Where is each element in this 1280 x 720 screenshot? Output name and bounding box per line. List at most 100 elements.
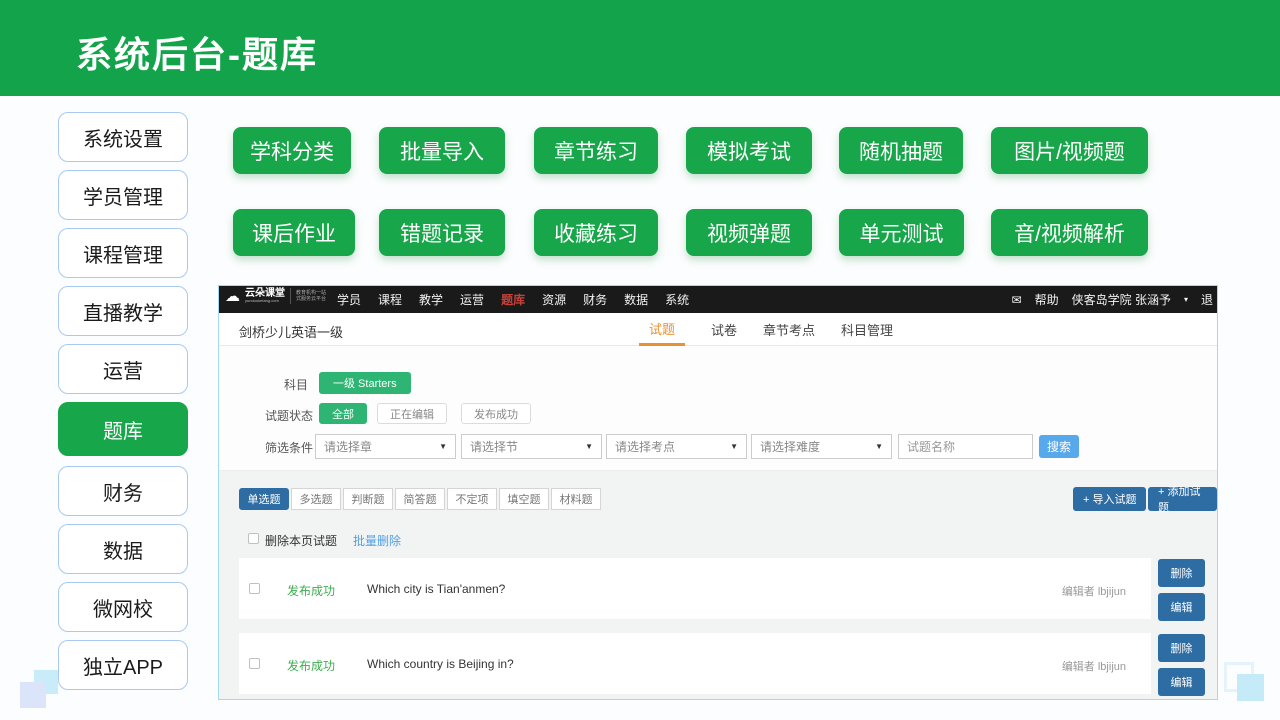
sidebar-item-system-settings[interactable]: 系统设置 [58, 112, 188, 162]
app-top-nav: ☁ 云朵课堂 yunduoketang.com 教育机构一站 式服务云平台 学员… [219, 286, 1217, 313]
chevron-down-icon: ▼ [875, 442, 883, 451]
status-option-published[interactable]: 发布成功 [461, 403, 531, 424]
help-link[interactable]: 帮助 [1035, 291, 1059, 308]
filter-panel: 科目 一级 Starters 试题状态 全部 正在编辑 发布成功 筛选条件 请选… [219, 346, 1217, 471]
feature-audio-video-analysis[interactable]: 音/视频解析 [991, 209, 1148, 256]
course-title: 剑桥少儿英语一级 [239, 322, 343, 341]
qtype-short-answer[interactable]: 简答题 [395, 488, 445, 510]
row-checkbox[interactable] [249, 583, 260, 594]
delete-question-button[interactable]: 删除 [1158, 559, 1205, 587]
decorative-square [20, 682, 46, 708]
question-name-input[interactable] [898, 434, 1033, 459]
admin-app-screenshot: ☁ 云朵课堂 yunduoketang.com 教育机构一站 式服务云平台 学员… [218, 285, 1218, 700]
subject-tag[interactable]: 一级 Starters [319, 372, 411, 394]
logo-divider [290, 288, 291, 304]
qtype-material[interactable]: 材料题 [551, 488, 601, 510]
editor-label: 编辑者 lbjijun [1062, 583, 1126, 599]
search-button[interactable]: 搜索 [1039, 435, 1079, 458]
status-option-editing[interactable]: 正在编辑 [377, 403, 447, 424]
question-text: Which country is Beijing in? [367, 657, 514, 671]
page-title: 系统后台-题库 [76, 26, 318, 78]
edit-question-button[interactable]: 编辑 [1158, 668, 1205, 696]
edit-question-button[interactable]: 编辑 [1158, 593, 1205, 621]
select-section-value: 请选择节 [470, 438, 518, 455]
app-nav-right: ✉ 帮助 侠客岛学院 张涵予 ▾ 退 [1012, 286, 1213, 313]
delete-question-button[interactable]: 删除 [1158, 634, 1205, 662]
question-row: 发布成功 Which country is Beijing in? 编辑者 lb… [239, 633, 1151, 694]
feature-random-draw[interactable]: 随机抽题 [839, 127, 963, 174]
select-chapter[interactable]: 请选择章 ▼ [315, 434, 456, 459]
select-difficulty-value: 请选择难度 [760, 438, 820, 455]
decorative-square [1237, 674, 1264, 701]
tab-chapter-points[interactable]: 章节考点 [763, 313, 815, 346]
sidebar-item-micro-school[interactable]: 微网校 [58, 582, 188, 632]
app-subnav: 剑桥少儿英语一级 试题 试卷 章节考点 科目管理 [219, 313, 1217, 346]
sidebar-item-course-management[interactable]: 课程管理 [58, 228, 188, 278]
sidebar-item-finance[interactable]: 财务 [58, 466, 188, 516]
add-question-button[interactable]: + 添加试题 [1148, 487, 1217, 511]
feature-video-popup-question[interactable]: 视频弹题 [686, 209, 812, 256]
nav-item-operation[interactable]: 运营 [460, 291, 484, 308]
sidebar-item-live-teaching[interactable]: 直播教学 [58, 286, 188, 336]
select-page-checkbox[interactable] [248, 533, 259, 544]
qtype-single-choice[interactable]: 单选题 [239, 488, 289, 510]
import-questions-button[interactable]: + 导入试题 [1073, 487, 1146, 511]
nav-item-question-bank[interactable]: 题库 [501, 291, 525, 308]
logout-link[interactable]: 退 [1201, 291, 1213, 308]
caret-down-icon: ▾ [1184, 295, 1188, 304]
status-option-all[interactable]: 全部 [319, 403, 367, 424]
qtype-true-false[interactable]: 判断题 [343, 488, 393, 510]
question-text: Which city is Tian'anmen? [367, 582, 505, 596]
feature-homework[interactable]: 课后作业 [233, 209, 355, 256]
page-banner: 系统后台-题库 [0, 0, 1280, 96]
feature-unit-test[interactable]: 单元测试 [839, 209, 964, 256]
delete-page-label: 删除本页试题 [265, 532, 337, 549]
select-knowledge-point-value: 请选择考点 [615, 438, 675, 455]
feature-favorite-practice[interactable]: 收藏练习 [534, 209, 658, 256]
brand-slogan-line2: 式服务云平台 [296, 296, 326, 303]
mail-icon[interactable]: ✉ [1012, 293, 1022, 307]
sidebar-item-student-management[interactable]: 学员管理 [58, 170, 188, 220]
feature-mock-exam[interactable]: 模拟考试 [686, 127, 812, 174]
nav-item-system[interactable]: 系统 [665, 291, 689, 308]
question-row: 发布成功 Which city is Tian'anmen? 编辑者 lbjij… [239, 558, 1151, 619]
feature-wrong-question-record[interactable]: 错题记录 [379, 209, 505, 256]
qtype-multiple-choice[interactable]: 多选题 [291, 488, 341, 510]
select-chapter-value: 请选择章 [324, 438, 372, 455]
select-knowledge-point[interactable]: 请选择考点 ▼ [606, 434, 747, 459]
conditions-label: 筛选条件 [265, 439, 313, 456]
sidebar-item-question-bank[interactable]: 题库 [58, 402, 188, 456]
brand-domain: yunduoketang.com [245, 299, 285, 303]
tab-papers[interactable]: 试卷 [711, 313, 737, 346]
feature-image-video-question[interactable]: 图片/视频题 [991, 127, 1148, 174]
sidebar-item-standalone-app[interactable]: 独立APP [58, 640, 188, 690]
nav-item-finance[interactable]: 财务 [583, 291, 607, 308]
nav-item-student[interactable]: 学员 [337, 291, 361, 308]
nav-item-data[interactable]: 数据 [624, 291, 648, 308]
row-checkbox[interactable] [249, 658, 260, 669]
cloud-logo-icon: ☁ [225, 289, 240, 304]
nav-item-course[interactable]: 课程 [378, 291, 402, 308]
status-badge: 发布成功 [287, 657, 335, 674]
chevron-down-icon: ▼ [730, 442, 738, 451]
question-list-area: 单选题 多选题 判断题 简答题 不定项 填空题 材料题 + 导入试题 + 添加试… [219, 471, 1217, 700]
sidebar-item-operations[interactable]: 运营 [58, 344, 188, 394]
tab-subject-management[interactable]: 科目管理 [841, 313, 893, 346]
select-difficulty[interactable]: 请选择难度 ▼ [751, 434, 892, 459]
bulk-delete-link[interactable]: 批量删除 [353, 532, 401, 549]
sidebar-item-data[interactable]: 数据 [58, 524, 188, 574]
feature-chapter-practice[interactable]: 章节练习 [534, 127, 658, 174]
status-label: 试题状态 [265, 407, 313, 424]
feature-subject-category[interactable]: 学科分类 [233, 127, 351, 174]
qtype-fill-blank[interactable]: 填空题 [499, 488, 549, 510]
status-badge: 发布成功 [287, 582, 335, 599]
brand-logo: ☁ 云朵课堂 yunduoketang.com 教育机构一站 式服务云平台 [225, 288, 326, 304]
account-menu[interactable]: 侠客岛学院 张涵予 [1072, 291, 1171, 308]
feature-batch-import[interactable]: 批量导入 [379, 127, 505, 174]
tab-questions[interactable]: 试题 [639, 313, 685, 346]
nav-item-resource[interactable]: 资源 [542, 291, 566, 308]
qtype-indefinite[interactable]: 不定项 [447, 488, 497, 510]
select-section[interactable]: 请选择节 ▼ [461, 434, 602, 459]
subject-label: 科目 [284, 376, 308, 393]
nav-item-teaching[interactable]: 教学 [419, 291, 443, 308]
